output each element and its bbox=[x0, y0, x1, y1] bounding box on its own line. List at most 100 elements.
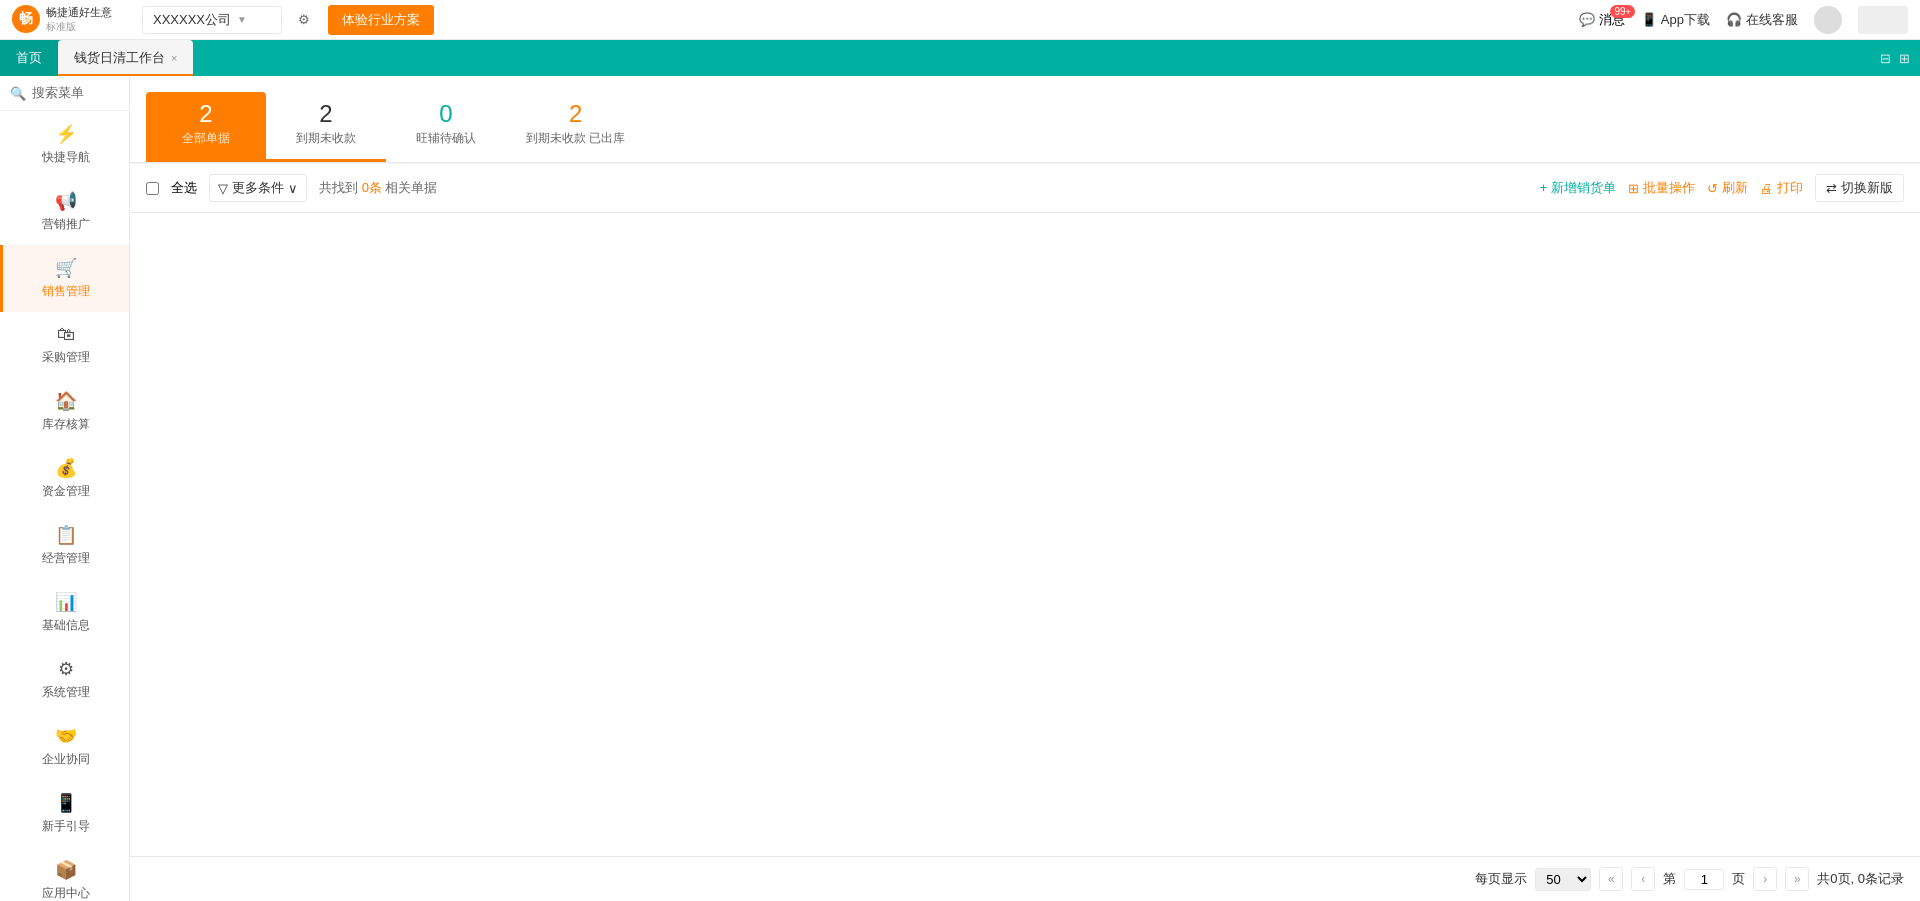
print-button[interactable]: 🖨 打印 bbox=[1760, 179, 1803, 197]
stat-tab-overdue[interactable]: 2到期未收款 bbox=[266, 92, 386, 162]
app-center-icon: 📦 bbox=[55, 859, 77, 881]
refresh-label: 刷新 bbox=[1722, 179, 1748, 197]
print-label: 打印 bbox=[1777, 179, 1803, 197]
stat-tab-pending[interactable]: 0旺辅待确认 bbox=[386, 92, 506, 162]
total-info: 共0页, 0条记录 bbox=[1817, 870, 1904, 888]
stat-tab-overdue-shipped[interactable]: 2到期未收款 已出库 bbox=[506, 92, 645, 162]
inventory-label: 库存核算 bbox=[42, 416, 90, 433]
logo-version: 标准版 bbox=[46, 20, 112, 34]
base-info-icon: 📊 bbox=[55, 591, 77, 613]
prev-page-button[interactable]: ‹ bbox=[1631, 867, 1655, 891]
sidebar-item-system[interactable]: ⚙ 系统管理 bbox=[0, 646, 129, 713]
settings-button[interactable]: ⚙ bbox=[290, 6, 318, 34]
sidebar-item-finance[interactable]: 💰资金管理 bbox=[0, 445, 129, 512]
guide-icon: 📱 bbox=[55, 792, 77, 814]
filter-button[interactable]: ▽ 更多条件 ∨ bbox=[209, 174, 307, 202]
sidebar: 🔍 搜索菜单 ⚡ 快捷导航 📢营销推广🛒销售管理🛍采购管理 🏠 库存核算 💰资金管理📋经营… bbox=[0, 76, 130, 901]
active-tab-label: 钱货日清工作台 bbox=[74, 49, 165, 67]
message-badge: 99+ bbox=[1610, 5, 1634, 18]
first-page-button[interactable]: « bbox=[1599, 867, 1623, 891]
operations-label: 经营管理 bbox=[42, 550, 90, 567]
message-button[interactable]: 💬 消息 99+ bbox=[1579, 11, 1625, 29]
toolbar: 全选 ▽ 更多条件 ∨ 共找到 0条 相关单据 + 新增销货单 ⊞ 批量操作 bbox=[130, 164, 1920, 213]
sidebar-item-sales[interactable]: 🛒销售管理 bbox=[0, 245, 129, 312]
dropdown-arrow-icon: ▼ bbox=[237, 14, 247, 25]
result-count: 0条 bbox=[362, 180, 382, 195]
inventory-icon: 🏠 bbox=[55, 390, 77, 412]
logo-area: 畅 畅捷通好生意 标准版 bbox=[12, 5, 142, 33]
online-service-label: 在线客服 bbox=[1746, 11, 1798, 29]
sidebar-item-marketing[interactable]: 📢营销推广 bbox=[0, 178, 129, 245]
page-size-select[interactable]: 2050100 bbox=[1535, 868, 1591, 891]
last-page-button[interactable]: » bbox=[1785, 867, 1809, 891]
batch-icon: ⊞ bbox=[1628, 181, 1639, 196]
online-service-button[interactable]: 🎧 在线客服 bbox=[1726, 11, 1798, 29]
sidebar-item-app-center[interactable]: 📦 应用中心 bbox=[0, 847, 129, 901]
logo-name: 畅捷通好生意 bbox=[46, 5, 112, 19]
tab-home[interactable]: 首页 bbox=[0, 40, 58, 76]
company-name: XXXXXX公司 bbox=[153, 11, 231, 29]
page-number-input[interactable] bbox=[1684, 869, 1724, 890]
table-area bbox=[130, 213, 1920, 856]
download-icon: 📱 bbox=[1641, 12, 1657, 27]
sidebar-item-enterprise[interactable]: 🤝 企业协同 bbox=[0, 713, 129, 780]
system-icon: ⚙ bbox=[58, 658, 74, 680]
tab-underline bbox=[58, 74, 193, 76]
search-label: 搜索菜单 bbox=[32, 84, 84, 102]
filter-label: 更多条件 bbox=[232, 179, 284, 197]
nav-tabs: 首页 钱货日清工作台 × ⊟ ⊞ bbox=[0, 40, 1920, 76]
app-download-button[interactable]: 📱 App下载 bbox=[1641, 11, 1710, 29]
experience-button[interactable]: 体验行业方案 bbox=[328, 5, 434, 35]
select-all-label: 全选 bbox=[171, 179, 197, 197]
sidebar-item-purchase[interactable]: 🛍采购管理 bbox=[0, 312, 129, 378]
stat-tab-all[interactable]: 2全部单据 bbox=[146, 92, 266, 162]
quick-nav-label: 快捷导航 bbox=[42, 149, 90, 166]
quick-nav-icon: ⚡ bbox=[55, 123, 77, 145]
sidebar-item-guide[interactable]: 📱 新手引导 bbox=[0, 780, 129, 847]
result-prefix: 共找到 bbox=[319, 180, 358, 195]
company-selector[interactable]: XXXXXX公司 ▼ bbox=[142, 6, 282, 34]
close-tab-icon[interactable]: × bbox=[171, 52, 177, 64]
select-all-checkbox[interactable] bbox=[146, 182, 159, 195]
toolbar-right: + 新增销货单 ⊞ 批量操作 ↺ 刷新 🖨 打印 ⇄ 切换新版 bbox=[1540, 174, 1904, 202]
filter-icon: ▽ bbox=[218, 181, 228, 196]
sales-icon: 🛒 bbox=[55, 257, 77, 279]
sidebar-item-inventory[interactable]: 🏠 库存核算 bbox=[0, 378, 129, 445]
guide-label: 新手引导 bbox=[42, 818, 90, 835]
switch-icon: ⇄ bbox=[1826, 181, 1837, 196]
marketing-label: 营销推广 bbox=[42, 216, 90, 233]
result-suffix: 相关单据 bbox=[385, 180, 437, 195]
base-info-label: 基础信息 bbox=[42, 617, 90, 634]
app-download-label: App下载 bbox=[1661, 11, 1710, 29]
message-icon: 💬 bbox=[1579, 12, 1595, 27]
sidebar-search[interactable]: 🔍 搜索菜单 bbox=[0, 76, 129, 111]
enterprise-label: 企业协同 bbox=[42, 751, 90, 768]
app-center-label: 应用中心 bbox=[42, 885, 90, 901]
refresh-button[interactable]: ↺ 刷新 bbox=[1707, 179, 1748, 197]
tab-active[interactable]: 钱货日清工作台 × bbox=[58, 40, 193, 76]
batch-button[interactable]: ⊞ 批量操作 bbox=[1628, 179, 1695, 197]
collapse-icon[interactable]: ⊟ bbox=[1880, 51, 1891, 66]
add-sale-button[interactable]: + 新增销货单 bbox=[1540, 179, 1616, 197]
switch-version-button[interactable]: ⇄ 切换新版 bbox=[1815, 174, 1904, 202]
filter-chevron-icon: ∨ bbox=[288, 181, 298, 196]
enterprise-icon: 🤝 bbox=[55, 725, 77, 747]
stat-label-overdue-shipped: 到期未收款 已出库 bbox=[526, 130, 625, 147]
batch-label: 批量操作 bbox=[1643, 179, 1695, 197]
sidebar-item-operations[interactable]: 📋经营管理 bbox=[0, 512, 129, 579]
user-avatar[interactable] bbox=[1814, 6, 1842, 34]
next-page-button[interactable]: › bbox=[1753, 867, 1777, 891]
user-name-area[interactable] bbox=[1858, 6, 1908, 34]
stats-tabs: 2全部单据2到期未收款0旺辅待确认2到期未收款 已出库 bbox=[130, 76, 1920, 163]
system-label: 系统管理 bbox=[42, 684, 90, 701]
sidebar-item-base-info[interactable]: 📊 基础信息 bbox=[0, 579, 129, 646]
pagination-bar: 每页显示 2050100 « ‹ 第 页 › » 共0页, 0条记录 bbox=[130, 856, 1920, 901]
expand-icon[interactable]: ⊞ bbox=[1899, 51, 1910, 66]
nav-right-actions: ⊟ ⊞ bbox=[1880, 51, 1920, 66]
sidebar-item-quick-nav[interactable]: ⚡ 快捷导航 bbox=[0, 111, 129, 178]
top-right-area: 💬 消息 99+ 📱 App下载 🎧 在线客服 bbox=[1579, 6, 1908, 34]
logo-icon: 畅 bbox=[12, 5, 40, 33]
switch-label: 切换新版 bbox=[1841, 179, 1893, 197]
stat-label-pending: 旺辅待确认 bbox=[406, 130, 486, 147]
stat-number-all: 2 bbox=[166, 100, 246, 128]
